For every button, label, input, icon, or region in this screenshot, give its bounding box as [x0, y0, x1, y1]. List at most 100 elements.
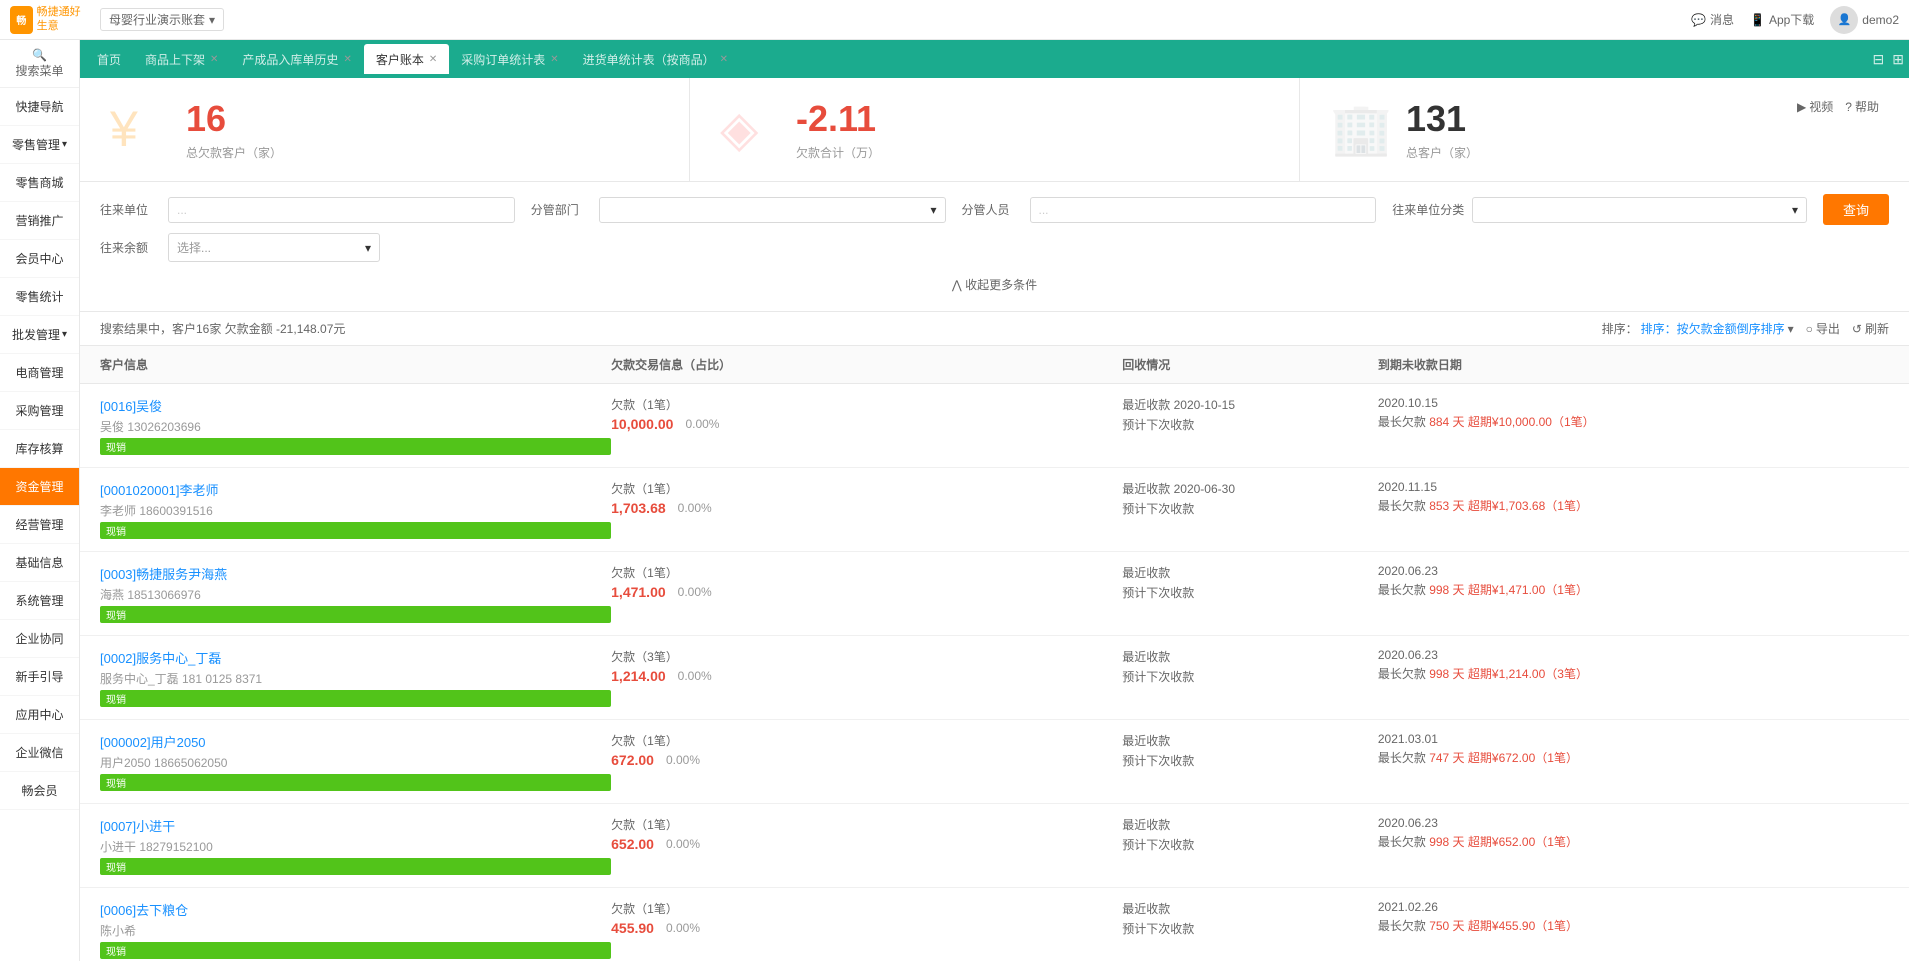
chevron-up-icon: ⋀: [952, 278, 962, 292]
from-unit-input[interactable]: ...: [168, 197, 515, 223]
overdue-info: 2021.03.01 最长欠款 747 天 超期¥672.00（1笔）: [1378, 732, 1889, 766]
tab-product-history[interactable]: 产成品入库单历史 ✕: [230, 44, 363, 74]
sidebar-item-newbie[interactable]: 新手引导: [0, 658, 79, 696]
close-icon[interactable]: ✕: [550, 54, 558, 65]
sidebar-item-vip[interactable]: 畅会员: [0, 772, 79, 810]
sidebar-item-retail-stats[interactable]: 零售统计: [0, 278, 79, 316]
customer-name-link[interactable]: [0006]去下粮仓: [100, 900, 611, 919]
sidebar: 🔍 搜索菜单 快捷导航 零售管理 ▾ 零售商城 营销推广 会员中心 零售统计 批…: [0, 40, 80, 961]
message-button[interactable]: 💬 消息: [1691, 11, 1734, 28]
sidebar-item-retail-mall[interactable]: 零售商城: [0, 164, 79, 202]
tab-minimize-button[interactable]: ⊟: [1873, 51, 1885, 68]
close-icon[interactable]: ✕: [720, 54, 728, 65]
overdue-link[interactable]: 超期¥1,471.00（1笔）: [1468, 583, 1588, 597]
debt-amount: 1,703.68: [611, 500, 666, 516]
sidebar-item-purchase[interactable]: 采购管理: [0, 392, 79, 430]
tab-home[interactable]: 首页: [85, 44, 133, 74]
customer-info: [0016]吴俊 吴俊 13026203696 现销: [100, 396, 611, 455]
sidebar-item-app-center[interactable]: 应用中心: [0, 696, 79, 734]
customer-name-link[interactable]: [0016]吴俊: [100, 396, 611, 415]
close-icon[interactable]: ✕: [429, 54, 437, 65]
tab-maximize-button[interactable]: ⊞: [1892, 51, 1904, 68]
debt-amount: 1,214.00: [611, 668, 666, 684]
overdue-link[interactable]: 超期¥652.00（1笔）: [1468, 835, 1578, 849]
customer-info: [0003]畅捷服务尹海燕 海燕 18513066976 现销: [100, 564, 611, 623]
tab-purchase-product-stats[interactable]: 进货单统计表（按商品） ✕: [571, 44, 740, 74]
overdue-info: 2020.06.23 最长欠款 998 天 超期¥652.00（1笔）: [1378, 816, 1889, 850]
overdue-link[interactable]: 超期¥672.00（1笔）: [1468, 751, 1578, 765]
sidebar-item-enterprise-wechat[interactable]: 企业微信: [0, 734, 79, 772]
summary-card-debt-amount: ◈ -2.11 欠款合计（万）: [690, 78, 1300, 181]
customer-tag: 现销: [100, 606, 611, 623]
export-button[interactable]: ○ 导出: [1806, 320, 1840, 337]
dept-input[interactable]: ▾: [599, 197, 946, 223]
refresh-button[interactable]: ↺ 刷新: [1852, 320, 1889, 337]
chevron-down-icon: ▾: [930, 203, 936, 217]
customer-tag: 现销: [100, 438, 611, 455]
tab-customer-account[interactable]: 客户账本 ✕: [364, 44, 449, 74]
customer-info: [0007]小进干 小进干 18279152100 现销: [100, 816, 611, 875]
refresh-icon: ↺: [1852, 322, 1862, 336]
debt-percent: 0.00%: [678, 585, 712, 599]
close-icon[interactable]: ✕: [210, 54, 218, 65]
app-selector[interactable]: 母婴行业演示账套 ▾: [100, 8, 224, 31]
user-profile-button[interactable]: 👤 demo2: [1830, 6, 1899, 34]
filter-row-2: 往来余额 选择... ▾: [100, 233, 1889, 262]
debt-percent: 0.00%: [666, 921, 700, 935]
debt-info: 欠款（3笔） 1,214.00 0.00%: [611, 648, 1122, 684]
sidebar-item-quick-nav[interactable]: 快捷导航: [0, 88, 79, 126]
sidebar-item-warehouse[interactable]: 库存核算: [0, 430, 79, 468]
filter-balance: 往来余额 选择... ▾: [100, 233, 380, 262]
logo-area: 畅 畅捷通好生意: [10, 6, 90, 34]
overdue-link[interactable]: 超期¥455.90（1笔）: [1468, 919, 1578, 933]
debt-count: 欠款（3笔）: [611, 648, 1122, 665]
overdue-link[interactable]: 超期¥10,000.00（1笔）: [1468, 415, 1595, 429]
filter-area: 往来单位 ... 分管部门 ▾ 分管人员: [80, 182, 1909, 312]
filter-row-1: 往来单位 ... 分管部门 ▾ 分管人员: [100, 194, 1889, 225]
sidebar-item-batch-mgmt[interactable]: 批发管理 ▾: [0, 316, 79, 354]
results-actions: 排序： 排序：按欠款金额倒序排序 ▾ ○ 导出 ↺ 刷新: [1602, 320, 1889, 337]
overdue-link[interactable]: 超期¥1,703.68（1笔）: [1468, 499, 1588, 513]
sidebar-item-retail-mgmt[interactable]: 零售管理 ▾: [0, 126, 79, 164]
table-row: [0016]吴俊 吴俊 13026203696 现销 欠款（1笔） 10,000…: [80, 384, 1909, 468]
sidebar-item-marketing[interactable]: 营销推广: [0, 202, 79, 240]
help-button[interactable]: ? 帮助: [1845, 98, 1879, 115]
col-debt-info: 欠款交易信息（占比）: [611, 356, 1122, 373]
sidebar-item-ecommerce[interactable]: 电商管理: [0, 354, 79, 392]
unit-category-input[interactable]: ▾: [1472, 197, 1807, 223]
customer-name-link[interactable]: [000002]用户2050: [100, 732, 611, 751]
sidebar-item-member[interactable]: 会员中心: [0, 240, 79, 278]
customer-name-link[interactable]: [0001020001]李老师: [100, 480, 611, 499]
sidebar-item-operations[interactable]: 经营管理: [0, 506, 79, 544]
manager-input[interactable]: ...: [1030, 197, 1377, 223]
customer-name-link[interactable]: [0007]小进干: [100, 816, 611, 835]
debt-info: 欠款（1笔） 1,471.00 0.00%: [611, 564, 1122, 600]
table-row: [0001020001]李老师 李老师 18600391516 现销 欠款（1笔…: [80, 468, 1909, 552]
video-icon: ▶: [1797, 100, 1806, 114]
collection-info: 最近收款 预计下次收款: [1122, 564, 1378, 601]
overdue-link[interactable]: 超期¥1,214.00（3笔）: [1468, 667, 1588, 681]
sidebar-item-enterprise[interactable]: 企业协同: [0, 620, 79, 658]
summary-card-customers: ¥ 16 总欠款客户（家）: [80, 78, 690, 181]
close-icon[interactable]: ✕: [343, 54, 351, 65]
sidebar-item-finance[interactable]: 资金管理: [0, 468, 79, 506]
sidebar-search[interactable]: 🔍 搜索菜单: [0, 40, 79, 88]
tab-purchase-stats[interactable]: 采购订单统计表 ✕: [449, 44, 570, 74]
collapse-filter-button[interactable]: ⋀ 收起更多条件: [100, 270, 1889, 299]
customer-info: [0001020001]李老师 李老师 18600391516 现销: [100, 480, 611, 539]
collection-info: 最近收款 预计下次收款: [1122, 816, 1378, 853]
video-button[interactable]: ▶ 视频: [1797, 98, 1833, 115]
sort-button[interactable]: 排序： 排序：按欠款金额倒序排序 ▾: [1602, 320, 1794, 337]
debt-count: 欠款（1笔）: [611, 396, 1122, 413]
app-download-button[interactable]: 📱 App下载: [1750, 11, 1814, 28]
customer-name-link[interactable]: [0003]畅捷服务尹海燕: [100, 564, 611, 583]
chevron-down-icon: ▾: [1788, 322, 1794, 336]
search-button[interactable]: 查询: [1823, 194, 1889, 225]
debt-percent: 0.00%: [685, 417, 719, 431]
tab-product-status[interactable]: 商品上下架 ✕: [133, 44, 230, 74]
sidebar-item-system[interactable]: 系统管理: [0, 582, 79, 620]
sidebar-item-basic-info[interactable]: 基础信息: [0, 544, 79, 582]
total-debt-amount-label: 欠款合计（万）: [796, 144, 880, 161]
balance-input[interactable]: 选择... ▾: [168, 233, 380, 262]
customer-name-link[interactable]: [0002]服务中心_丁磊: [100, 648, 611, 667]
